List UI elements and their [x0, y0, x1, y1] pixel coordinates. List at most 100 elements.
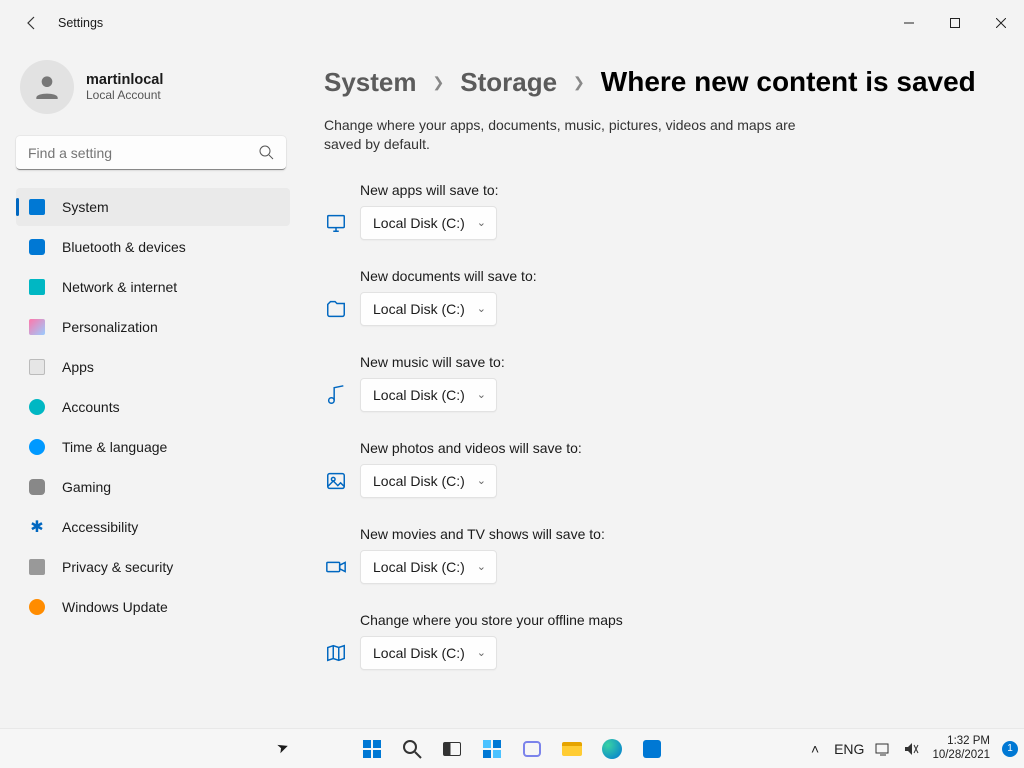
setting-movies: New movies and TV shows will save to: Lo… — [324, 526, 984, 584]
sidebar-item-bluetooth[interactable]: Bluetooth & devices — [16, 228, 290, 266]
start-button[interactable] — [354, 731, 390, 767]
wifi-icon — [28, 278, 46, 296]
setting-maps: Change where you store your offline maps… — [324, 612, 984, 670]
system-tray: ˄ ENG 1:32 PM 10/28/2021 1 — [802, 731, 1024, 767]
apps-location-dropdown[interactable]: Local Disk (C:) ⌄ — [360, 206, 497, 240]
setting-label: New documents will save to: — [360, 268, 984, 284]
back-button[interactable] — [22, 13, 42, 33]
sidebar-item-gaming[interactable]: Gaming — [16, 468, 290, 506]
dropdown-value: Local Disk (C:) — [373, 473, 465, 489]
dropdown-value: Local Disk (C:) — [373, 645, 465, 661]
volume-icon[interactable] — [898, 731, 924, 767]
sidebar-item-label: System — [62, 199, 109, 215]
sidebar-item-label: Personalization — [62, 319, 158, 335]
user-name: martinlocal — [86, 72, 163, 88]
sidebar-item-personalization[interactable]: Personalization — [16, 308, 290, 346]
breadcrumb: System ❯ Storage ❯ Where new content is … — [324, 66, 984, 98]
dropdown-value: Local Disk (C:) — [373, 215, 465, 231]
search-icon — [258, 144, 274, 165]
explorer-button[interactable] — [554, 731, 590, 767]
sidebar-item-accounts[interactable]: Accounts — [16, 388, 290, 426]
sidebar-item-time[interactable]: Time & language — [16, 428, 290, 466]
movies-location-dropdown[interactable]: Local Disk (C:) ⌄ — [360, 550, 497, 584]
taskbar: ˄ ENG 1:32 PM 10/28/2021 1 — [0, 728, 1024, 768]
taskbar-center — [354, 731, 670, 767]
accessibility-icon: ✱ — [28, 518, 46, 536]
sidebar-item-accessibility[interactable]: ✱ Accessibility — [16, 508, 290, 546]
store-button[interactable] — [634, 731, 670, 767]
setting-label: New movies and TV shows will save to: — [360, 526, 984, 542]
chevron-down-icon: ⌄ — [477, 302, 486, 315]
window-controls — [886, 7, 1024, 39]
apps-save-icon — [324, 211, 348, 235]
clock[interactable]: 1:32 PM 10/28/2021 — [926, 735, 996, 761]
setting-label: New apps will save to: — [360, 182, 984, 198]
photos-save-icon — [324, 469, 348, 493]
chevron-right-icon: ❯ — [433, 74, 445, 91]
globe-icon — [28, 438, 46, 456]
setting-apps: New apps will save to: Local Disk (C:) ⌄ — [324, 182, 984, 240]
sidebar-item-update[interactable]: Windows Update — [16, 588, 290, 626]
sidebar-item-label: Apps — [62, 359, 94, 375]
taskbar-search-button[interactable] — [394, 731, 430, 767]
update-icon — [28, 598, 46, 616]
chevron-down-icon: ⌄ — [477, 216, 486, 229]
search-input[interactable] — [16, 136, 286, 170]
chevron-down-icon: ⌄ — [477, 646, 486, 659]
chevron-right-icon: ❯ — [573, 74, 585, 91]
minimize-button[interactable] — [886, 7, 932, 39]
movies-save-icon — [324, 555, 348, 579]
setting-label: Change where you store your offline maps — [360, 612, 984, 628]
avatar — [20, 60, 74, 114]
breadcrumb-system[interactable]: System — [324, 67, 417, 98]
bluetooth-icon — [28, 238, 46, 256]
widgets-button[interactable] — [474, 731, 510, 767]
shield-icon — [28, 558, 46, 576]
chevron-down-icon: ⌄ — [477, 560, 486, 573]
sidebar-item-system[interactable]: System — [16, 188, 290, 226]
photos-location-dropdown[interactable]: Local Disk (C:) ⌄ — [360, 464, 497, 498]
search-box — [16, 136, 286, 170]
edge-button[interactable] — [594, 731, 630, 767]
notification-badge[interactable]: 1 — [1002, 741, 1018, 757]
setting-label: New music will save to: — [360, 354, 984, 370]
sidebar-item-label: Windows Update — [62, 599, 168, 615]
person-icon — [28, 398, 46, 416]
user-subtitle: Local Account — [86, 88, 163, 102]
clock-date: 10/28/2021 — [932, 749, 990, 762]
app-title: Settings — [58, 16, 103, 30]
chat-button[interactable] — [514, 731, 550, 767]
setting-label: New photos and videos will save to: — [360, 440, 984, 456]
titlebar: Settings — [0, 0, 1024, 46]
clock-time: 1:32 PM — [932, 735, 990, 748]
task-view-button[interactable] — [434, 731, 470, 767]
dropdown-value: Local Disk (C:) — [373, 301, 465, 317]
sidebar-item-label: Accounts — [62, 399, 120, 415]
sidebar-item-label: Privacy & security — [62, 559, 173, 575]
sidebar-item-label: Accessibility — [62, 519, 138, 535]
maps-save-icon — [324, 641, 348, 665]
documents-location-dropdown[interactable]: Local Disk (C:) ⌄ — [360, 292, 497, 326]
sidebar-item-label: Network & internet — [62, 279, 177, 295]
apps-icon — [28, 358, 46, 376]
language-indicator[interactable]: ENG — [830, 731, 868, 767]
setting-documents: New documents will save to: Local Disk (… — [324, 268, 984, 326]
documents-save-icon — [324, 297, 348, 321]
sidebar-item-apps[interactable]: Apps — [16, 348, 290, 386]
system-icon — [28, 198, 46, 216]
dropdown-value: Local Disk (C:) — [373, 387, 465, 403]
close-button[interactable] — [978, 7, 1024, 39]
gaming-icon — [28, 478, 46, 496]
maximize-button[interactable] — [932, 7, 978, 39]
music-location-dropdown[interactable]: Local Disk (C:) ⌄ — [360, 378, 497, 412]
sidebar-item-network[interactable]: Network & internet — [16, 268, 290, 306]
chevron-down-icon: ⌄ — [477, 388, 486, 401]
page-description: Change where your apps, documents, music… — [324, 116, 804, 154]
user-block[interactable]: martinlocal Local Account — [16, 60, 290, 114]
sidebar-item-privacy[interactable]: Privacy & security — [16, 548, 290, 586]
tray-overflow-button[interactable]: ˄ — [802, 731, 828, 767]
maps-location-dropdown[interactable]: Local Disk (C:) ⌄ — [360, 636, 497, 670]
setting-music: New music will save to: Local Disk (C:) … — [324, 354, 984, 412]
network-icon[interactable] — [870, 731, 896, 767]
breadcrumb-storage[interactable]: Storage — [460, 67, 557, 98]
